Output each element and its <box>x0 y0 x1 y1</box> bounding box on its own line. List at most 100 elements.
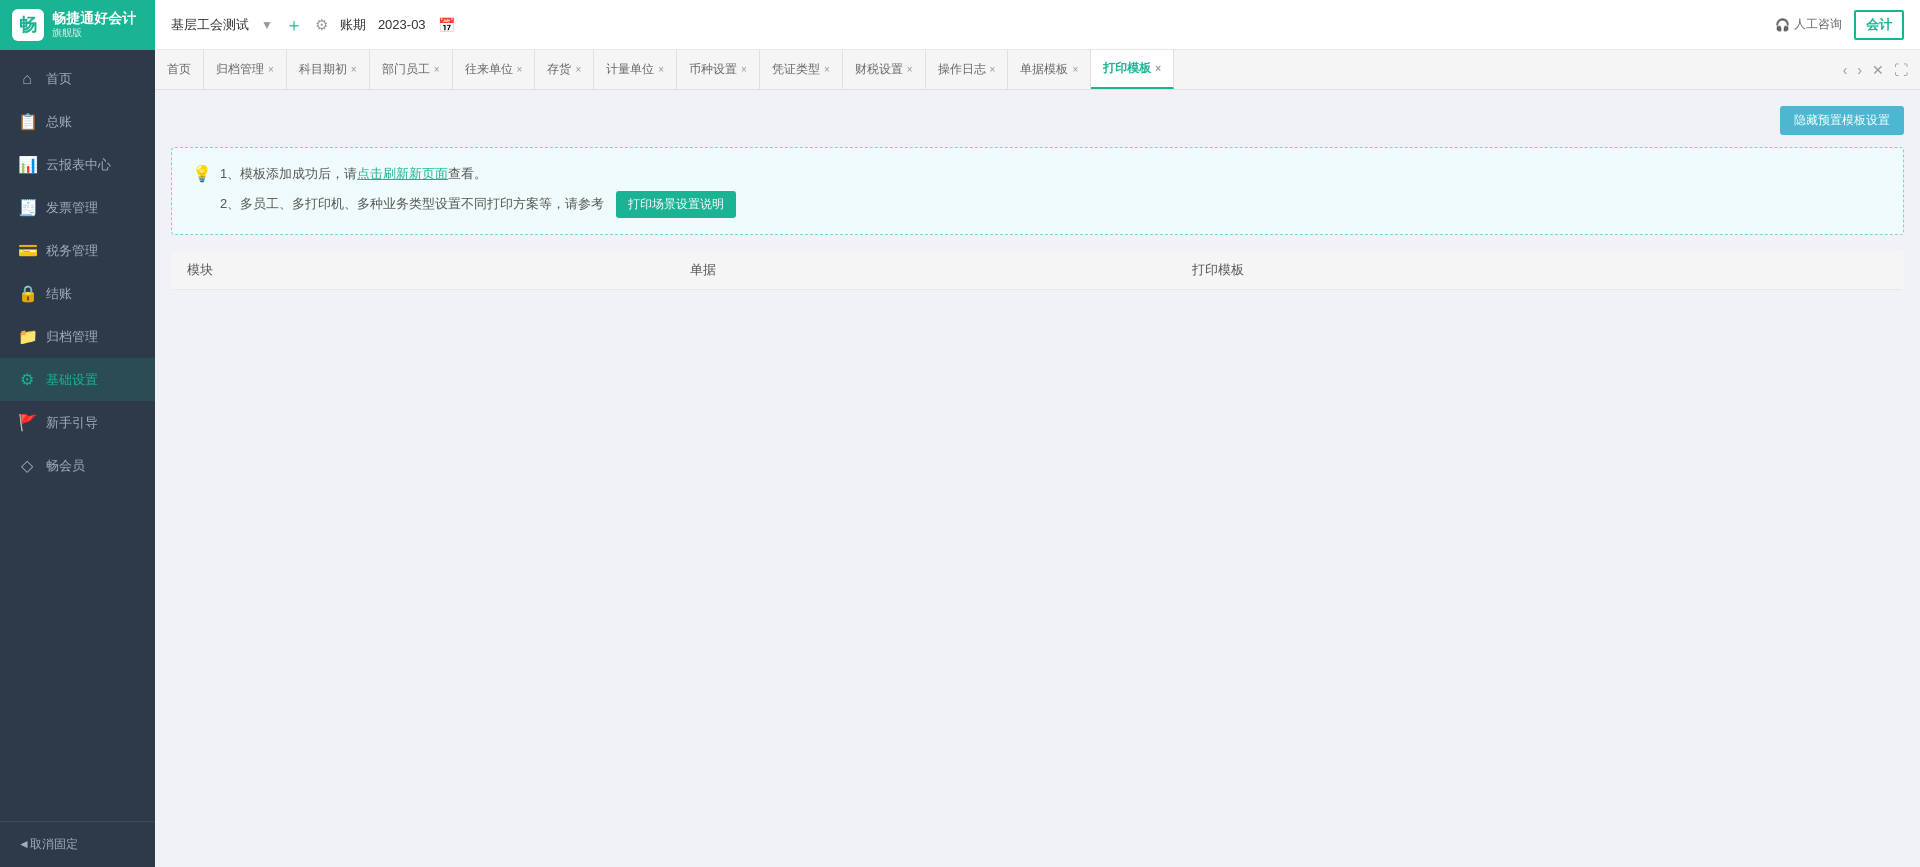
tab-label: 部门员工 <box>382 61 430 78</box>
tab-close-icon[interactable]: × <box>351 64 357 75</box>
logo-icon: 畅 <box>12 9 44 41</box>
info-row-2: 💡 2、多员工、多打印机、多种业务类型设置不同打印方案等，请参考 打印场景设置说… <box>192 191 1883 218</box>
customer-service-button[interactable]: 🎧 人工咨询 <box>1775 16 1842 33</box>
member-icon: ◇ <box>18 456 36 475</box>
company-dropdown-icon[interactable]: ▼ <box>261 18 273 32</box>
sidebar-logo: 畅 畅捷通好会计 旗舰版 <box>0 0 155 50</box>
tab-close-icon[interactable]: × <box>434 64 440 75</box>
sidebar-item-label: 新手引导 <box>46 414 98 432</box>
tab-label: 归档管理 <box>216 61 264 78</box>
add-tab-button[interactable]: ＋ <box>285 13 303 37</box>
logo-text: 畅捷通好会计 旗舰版 <box>52 10 136 41</box>
tab-tax_settings[interactable]: 财税设置 × <box>843 50 926 89</box>
home-icon: ⌂ <box>18 70 36 88</box>
sidebar-item-label: 税务管理 <box>46 242 98 260</box>
tab-close-icon[interactable]: × <box>575 64 581 75</box>
sidebar-item-label: 归档管理 <box>46 328 98 346</box>
tab-unit[interactable]: 计量单位 × <box>594 50 677 89</box>
topbar: 基层工会测试 ▼ ＋ ⚙ 账期 2023-03 📅 🎧 人工咨询 会计 <box>155 0 1920 50</box>
tab-label: 财税设置 <box>855 61 903 78</box>
info-box: 💡 1、模板添加成功后，请点击刷新新页面查看。 💡 2、多员工、多打印机、多种业… <box>171 147 1904 235</box>
unpin-footer[interactable]: ◄取消固定 <box>0 821 155 867</box>
bulb-icon: 💡 <box>192 164 212 183</box>
tab-close-icon[interactable]: × <box>990 64 996 75</box>
content-area: 隐藏预置模板设置 💡 1、模板添加成功后，请点击刷新新页面查看。 💡 2、多员工… <box>155 90 1920 306</box>
period-label: 账期 <box>340 16 366 34</box>
archive-icon: 📁 <box>18 327 36 346</box>
tab-label: 计量单位 <box>606 61 654 78</box>
tab-label: 打印模板 <box>1103 60 1151 77</box>
sidebar-item-reports[interactable]: 📊云报表中心 <box>0 143 155 186</box>
tab-close-icon[interactable]: × <box>1072 64 1078 75</box>
tab-voucher_type[interactable]: 凭证类型 × <box>760 50 843 89</box>
tab-close-icon[interactable]: × <box>268 64 274 75</box>
print-template-table: 模块单据打印模板 <box>171 251 1904 290</box>
tab-label: 凭证类型 <box>772 61 820 78</box>
tab-fullscreen-button[interactable]: ⛶ <box>1890 60 1912 80</box>
sidebar-item-label: 发票管理 <box>46 199 98 217</box>
tab-close-icon[interactable]: × <box>741 64 747 75</box>
tab-close-icon[interactable]: × <box>1155 63 1161 74</box>
tab-operation_log[interactable]: 操作日志 × <box>926 50 1009 89</box>
tab-next-button[interactable]: › <box>1853 60 1866 80</box>
tab-label: 首页 <box>167 61 191 78</box>
accountant-button[interactable]: 会计 <box>1854 10 1904 40</box>
settings-icon: ⚙ <box>18 370 36 389</box>
tab-close-icon[interactable]: × <box>658 64 664 75</box>
tab-label: 操作日志 <box>938 61 986 78</box>
tab-archive[interactable]: 归档管理 × <box>204 50 287 89</box>
tab-currency[interactable]: 币种设置× <box>677 50 760 89</box>
table-header-单据: 单据 <box>674 251 1177 290</box>
tab-subjects[interactable]: 科目期初× <box>287 50 370 89</box>
sidebar-item-guide[interactable]: 🚩 新手引导 <box>0 401 155 444</box>
sidebar-item-home[interactable]: ⌂ 首页 <box>0 58 155 100</box>
tab-close-all-button[interactable]: ✕ <box>1868 60 1888 80</box>
hide-preview-button[interactable]: 隐藏预置模板设置 <box>1780 106 1904 135</box>
tab-nav: ‹ › ✕ ⛶ <box>1831 50 1920 89</box>
info-text-1: 1、模板添加成功后，请点击刷新新页面查看。 <box>220 164 487 185</box>
tab-department[interactable]: 部门员工 × <box>370 50 453 89</box>
sidebar: 畅 畅捷通好会计 旗舰版 ⌂ 首页 📋 总账 📊云报表中心 🧾 发票管理 💳 税务管理 🔒结账 📁 归… <box>0 0 155 867</box>
tab-partner[interactable]: 往来单位 × <box>453 50 536 89</box>
sidebar-item-label: 总账 <box>46 113 72 131</box>
tax-icon: 💳 <box>18 241 36 260</box>
sidebar-item-settings[interactable]: ⚙ 基础设置 <box>0 358 155 401</box>
sidebar-item-invoice[interactable]: 🧾 发票管理 <box>0 186 155 229</box>
sidebar-item-label: 首页 <box>46 70 72 88</box>
tab-single_template[interactable]: 单据模板 × <box>1008 50 1091 89</box>
company-name: 基层工会测试 <box>171 16 249 34</box>
sidebar-item-tax[interactable]: 💳 税务管理 <box>0 229 155 272</box>
main-area: 基层工会测试 ▼ ＋ ⚙ 账期 2023-03 📅 🎧 人工咨询 会计 首页归档… <box>155 0 1920 867</box>
sidebar-item-label: 云报表中心 <box>46 156 111 174</box>
sidebar-item-closing[interactable]: 🔒结账 <box>0 272 155 315</box>
sidebar-item-label: 基础设置 <box>46 371 98 389</box>
table-header-row: 模块单据打印模板 <box>171 251 1904 290</box>
tab-close-icon[interactable]: × <box>824 64 830 75</box>
sidebar-item-archive[interactable]: 📁 归档管理 <box>0 315 155 358</box>
tab-close-icon[interactable]: × <box>907 64 913 75</box>
tab-prev-button[interactable]: ‹ <box>1839 60 1852 80</box>
tab-close-icon[interactable]: × <box>517 64 523 75</box>
refresh-link[interactable]: 点击刷新新页面 <box>357 166 448 181</box>
settings-icon[interactable]: ⚙ <box>315 16 328 34</box>
invoice-icon: 🧾 <box>18 198 36 217</box>
info-text-2: 2、多员工、多打印机、多种业务类型设置不同打印方案等，请参考 打印场景设置说明 <box>220 191 736 218</box>
sidebar-item-member[interactable]: ◇ 畅会员 <box>0 444 155 487</box>
topbar-right: 🎧 人工咨询 会计 <box>1775 10 1904 40</box>
guide-icon: 🚩 <box>18 413 36 432</box>
table-header-模块: 模块 <box>171 251 674 290</box>
print-scene-button[interactable]: 打印场景设置说明 <box>616 191 736 218</box>
period-value: 2023-03 <box>378 17 426 32</box>
sidebar-item-ledger[interactable]: 📋 总账 <box>0 100 155 143</box>
tab-label: 存货 <box>547 61 571 78</box>
hide-preview-section: 隐藏预置模板设置 <box>171 106 1904 135</box>
tab-home[interactable]: 首页 <box>155 50 204 89</box>
ledger-icon: 📋 <box>18 112 36 131</box>
sidebar-item-label: 畅会员 <box>46 457 85 475</box>
tab-label: 往来单位 <box>465 61 513 78</box>
calendar-icon[interactable]: 📅 <box>438 17 455 33</box>
sidebar-item-label: 结账 <box>46 285 72 303</box>
tab-label: 单据模板 <box>1020 61 1068 78</box>
tab-print_template[interactable]: 打印模板 × <box>1091 50 1174 89</box>
tab-inventory[interactable]: 存货 × <box>535 50 594 89</box>
